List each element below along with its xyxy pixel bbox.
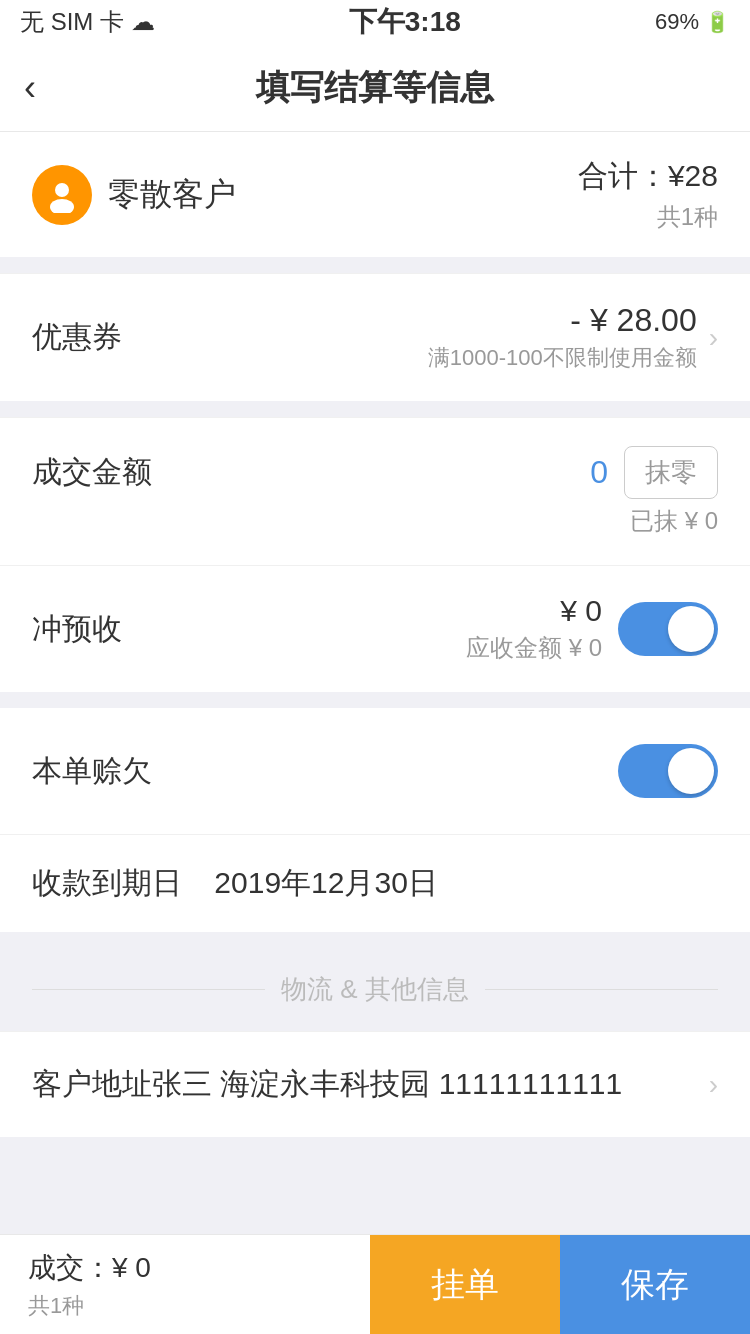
status-bar: 无 SIM 卡 ☁ 下午3:18 69% 🔋 xyxy=(0,0,750,44)
due-date-value: 2019年12月30日 xyxy=(214,866,437,899)
prepaid-sub: 应收金额 ¥ 0 xyxy=(466,632,602,664)
coupon-value-area: - ¥ 28.00 满1000-100不限制使用金额 xyxy=(428,302,697,373)
svg-point-0 xyxy=(55,183,69,197)
prepaid-label: 冲预收 xyxy=(32,609,122,650)
chevron-right-icon: › xyxy=(709,322,718,354)
logistics-line-right xyxy=(485,989,718,990)
customer-right: 合计：¥28 共1种 xyxy=(578,156,718,233)
bottom-info: 成交：¥ 0 共1种 xyxy=(0,1235,370,1334)
debt-row: 本单赊欠 xyxy=(0,708,750,834)
address-section: 客户地址 张三 海淀永丰科技园 11111111111 › xyxy=(0,1031,750,1137)
transaction-section: 成交金额 0 抹零 已抹 ¥ 0 冲预收 ¥ 0 应收金额 ¥ 0 xyxy=(0,417,750,692)
status-time: 下午3:18 xyxy=(349,3,461,41)
coupon-desc: 满1000-100不限制使用金额 xyxy=(428,343,697,373)
logistics-label: 物流 & 其他信息 xyxy=(281,972,469,1007)
status-right: 69% 🔋 xyxy=(655,9,730,35)
bottom-transaction-line: 成交：¥ 0 xyxy=(28,1249,342,1287)
logistics-header: 物流 & 其他信息 xyxy=(0,948,750,1031)
customer-avatar xyxy=(32,165,92,225)
debt-toggle[interactable] xyxy=(618,744,718,798)
prepaid-right: ¥ 0 应收金额 ¥ 0 xyxy=(466,594,718,664)
due-date-label: 收款到期日 xyxy=(32,866,182,899)
address-label: 客户地址 xyxy=(32,1064,152,1105)
page-title: 填写结算等信息 xyxy=(256,65,494,111)
coupon-label: 优惠券 xyxy=(32,317,122,358)
total-amount: 合计：¥28 xyxy=(578,156,718,197)
coupon-amount: - ¥ 28.00 xyxy=(428,302,697,339)
round-zero-button[interactable]: 抹零 xyxy=(624,446,718,499)
coupon-right: - ¥ 28.00 满1000-100不限制使用金额 › xyxy=(428,302,718,373)
signal-text: 无 SIM 卡 ☁ xyxy=(20,6,155,38)
battery-text: 69% xyxy=(655,9,699,35)
debt-section: 本单赊欠 收款到期日 2019年12月30日 xyxy=(0,708,750,932)
address-value: 张三 海淀永丰科技园 11111111111 xyxy=(152,1064,701,1105)
status-left: 无 SIM 卡 ☁ xyxy=(20,6,155,38)
prepaid-row: 冲预收 ¥ 0 应收金额 ¥ 0 xyxy=(0,565,750,692)
bottom-bar: 成交：¥ 0 共1种 挂单 保存 xyxy=(0,1234,750,1334)
transaction-row: 成交金额 0 抹零 已抹 ¥ 0 xyxy=(0,417,750,565)
transaction-value[interactable]: 0 xyxy=(590,454,608,491)
prepaid-amount: ¥ 0 xyxy=(466,594,602,628)
customer-row: 零散客户 合计：¥28 共1种 xyxy=(0,132,750,257)
transaction-sub: 已抹 ¥ 0 xyxy=(32,505,718,537)
coupon-row[interactable]: 优惠券 - ¥ 28.00 满1000-100不限制使用金额 › xyxy=(0,273,750,401)
transaction-top: 成交金额 0 抹零 xyxy=(32,446,718,499)
transaction-label: 成交金额 xyxy=(32,452,152,493)
nav-bar: ‹ 填写结算等信息 xyxy=(0,44,750,132)
customer-name: 零散客户 xyxy=(108,173,236,217)
customer-left: 零散客户 xyxy=(32,165,236,225)
coupon-section[interactable]: 优惠券 - ¥ 28.00 满1000-100不限制使用金额 › xyxy=(0,273,750,401)
customer-section: 零散客户 合计：¥28 共1种 xyxy=(0,132,750,257)
bottom-transaction-value: ¥ 0 xyxy=(112,1252,151,1283)
transaction-right-top: 0 抹零 xyxy=(590,446,718,499)
bottom-count: 共1种 xyxy=(28,1291,342,1321)
toggle-knob xyxy=(668,606,714,652)
prepaid-values: ¥ 0 应收金额 ¥ 0 xyxy=(466,594,602,664)
svg-point-1 xyxy=(50,199,74,213)
address-chevron-icon: › xyxy=(709,1069,718,1101)
logistics-line-left xyxy=(32,989,265,990)
battery-icon: 🔋 xyxy=(705,10,730,34)
bottom-transaction-label: 成交： xyxy=(28,1252,112,1283)
back-button[interactable]: ‹ xyxy=(24,67,36,109)
save-button[interactable]: 保存 xyxy=(560,1235,750,1334)
prepaid-toggle[interactable] xyxy=(618,602,718,656)
debt-label: 本单赊欠 xyxy=(32,751,152,792)
due-date-row[interactable]: 收款到期日 2019年12月30日 xyxy=(0,834,750,932)
address-row[interactable]: 客户地址 张三 海淀永丰科技园 11111111111 › xyxy=(0,1031,750,1137)
total-count: 共1种 xyxy=(578,201,718,233)
hold-button[interactable]: 挂单 xyxy=(370,1235,560,1334)
debt-toggle-knob xyxy=(668,748,714,794)
